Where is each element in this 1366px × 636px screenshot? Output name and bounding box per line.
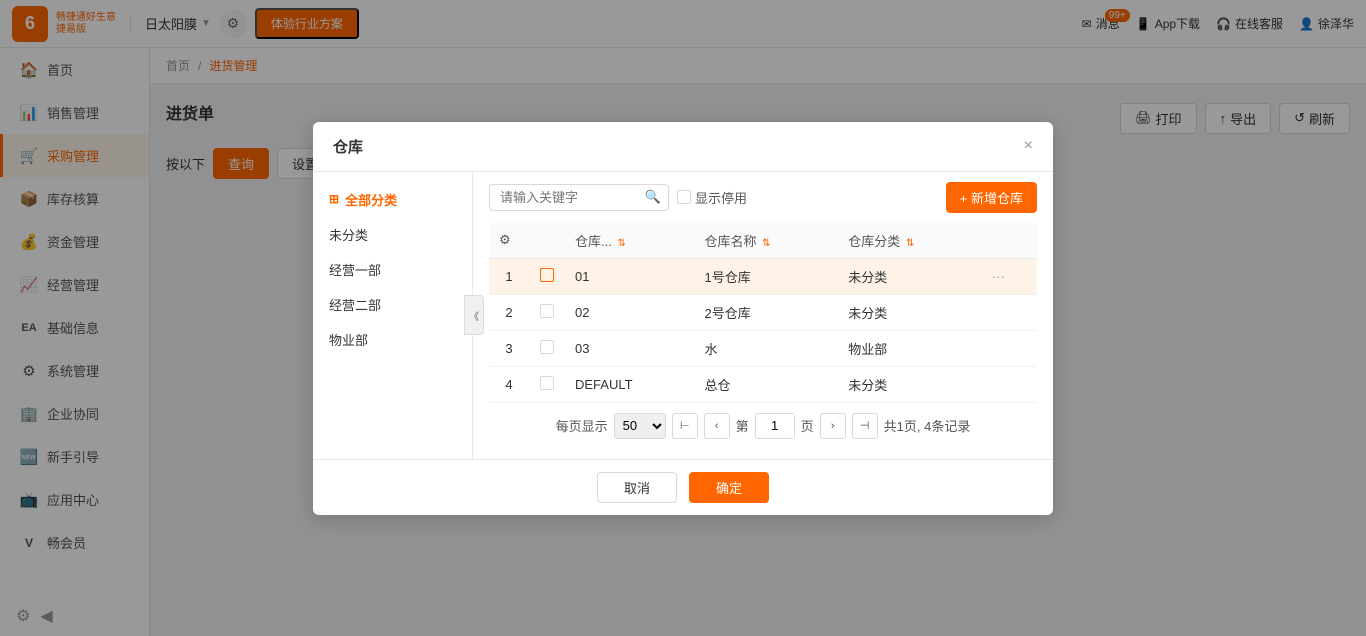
per-page-select[interactable]: 10 20 50 100 — [614, 413, 666, 439]
page-input[interactable] — [755, 413, 795, 439]
category-sidebar: ⊞ 全部分类 未分类 经营一部 经营二部 物业部 《 — [313, 172, 473, 459]
col-name[interactable]: 仓库名称 ⇅ — [695, 223, 839, 259]
row-name: 1号仓库 — [695, 258, 839, 294]
row-code: 01 — [565, 258, 695, 294]
row-category: 未分类 — [838, 294, 982, 330]
modal-footer: 取消 确定 — [313, 459, 1053, 515]
row-category: 未分类 — [838, 258, 982, 294]
modal-toolbar: 🔍 显示停用 + 新增仓库 — [489, 182, 1037, 213]
row-more[interactable] — [982, 330, 1037, 366]
table-header-row: ⚙ 仓库... ⇅ 仓库名称 ⇅ — [489, 223, 1037, 259]
add-warehouse-button[interactable]: + 新增仓库 — [946, 182, 1037, 213]
col-category[interactable]: 仓库分类 ⇅ — [838, 223, 982, 259]
table-row[interactable]: 2 02 2号仓库 未分类 — [489, 294, 1037, 330]
modal-header: 仓库 × — [313, 122, 1053, 172]
category-collapse-button[interactable]: 《 — [464, 295, 484, 335]
first-page-button[interactable]: ⊢ — [672, 413, 698, 439]
row-code: 02 — [565, 294, 695, 330]
sort-icon-name: ⇅ — [762, 238, 770, 249]
category-all[interactable]: ⊞ 全部分类 — [313, 182, 472, 217]
col-check — [529, 223, 565, 259]
modal-body: ⊞ 全部分类 未分类 经营一部 经营二部 物业部 《 — [313, 172, 1053, 459]
row-checkbox[interactable] — [529, 366, 565, 402]
row-category: 未分类 — [838, 366, 982, 402]
category-unclassified[interactable]: 未分类 — [313, 217, 472, 252]
confirm-button[interactable]: 确定 — [689, 472, 769, 503]
modal-title: 仓库 — [333, 136, 363, 157]
next-page-button[interactable]: › — [820, 413, 846, 439]
search-input[interactable] — [489, 184, 669, 211]
show-disabled-toggle[interactable]: 显示停用 — [677, 188, 747, 207]
row-more[interactable] — [982, 366, 1037, 402]
row-num: 3 — [489, 330, 529, 366]
row-category: 物业部 — [838, 330, 982, 366]
row-checkbox[interactable] — [529, 258, 565, 294]
category-op1[interactable]: 经营一部 — [313, 252, 472, 287]
row-name: 2号仓库 — [695, 294, 839, 330]
disabled-checkbox[interactable] — [677, 190, 691, 204]
last-page-button[interactable]: ⊣ — [852, 413, 878, 439]
row-name: 总仓 — [695, 366, 839, 402]
row-more[interactable]: ··· — [982, 258, 1037, 294]
table-wrapper: ⚙ 仓库... ⇅ 仓库名称 ⇅ — [489, 223, 1037, 403]
row-num: 2 — [489, 294, 529, 330]
search-icon[interactable]: 🔍 — [645, 189, 661, 205]
row-checkbox[interactable] — [529, 294, 565, 330]
category-prop[interactable]: 物业部 — [313, 322, 472, 357]
warehouse-table: ⚙ 仓库... ⇅ 仓库名称 ⇅ — [489, 223, 1037, 403]
sort-icon-category: ⇅ — [906, 238, 914, 249]
row-name: 水 — [695, 330, 839, 366]
table-row[interactable]: 4 DEFAULT 总仓 未分类 — [489, 366, 1037, 402]
category-op2[interactable]: 经营二部 — [313, 287, 472, 322]
search-wrap: 🔍 — [489, 184, 669, 211]
modal-overlay[interactable]: 仓库 × ⊞ 全部分类 未分类 经营一部 经营二部 — [0, 0, 1366, 636]
pagination: 每页显示 10 20 50 100 ⊢ ‹ 第 页 › ⊣ 共1页, 4条记录 — [489, 403, 1037, 449]
warehouse-modal: 仓库 × ⊞ 全部分类 未分类 经营一部 经营二部 — [313, 122, 1053, 515]
row-num: 4 — [489, 366, 529, 402]
row-checkbox[interactable] — [529, 330, 565, 366]
row-num: 1 — [489, 258, 529, 294]
col-code[interactable]: 仓库... ⇅ — [565, 223, 695, 259]
table-row[interactable]: 1 01 1号仓库 未分类 ··· — [489, 258, 1037, 294]
prev-page-button[interactable]: ‹ — [704, 413, 730, 439]
grid-icon: ⊞ — [329, 192, 339, 206]
modal-close-button[interactable]: × — [1024, 137, 1033, 155]
table-row[interactable]: 3 03 水 物业部 — [489, 330, 1037, 366]
row-code: DEFAULT — [565, 366, 695, 402]
col-actions — [982, 223, 1037, 259]
row-more[interactable] — [982, 294, 1037, 330]
modal-table-area: 🔍 显示停用 + 新增仓库 ⚙ — [473, 172, 1053, 459]
sort-icon-code: ⇅ — [617, 238, 625, 249]
cancel-button[interactable]: 取消 — [597, 472, 677, 503]
row-code: 03 — [565, 330, 695, 366]
col-gear[interactable]: ⚙ — [489, 223, 529, 259]
